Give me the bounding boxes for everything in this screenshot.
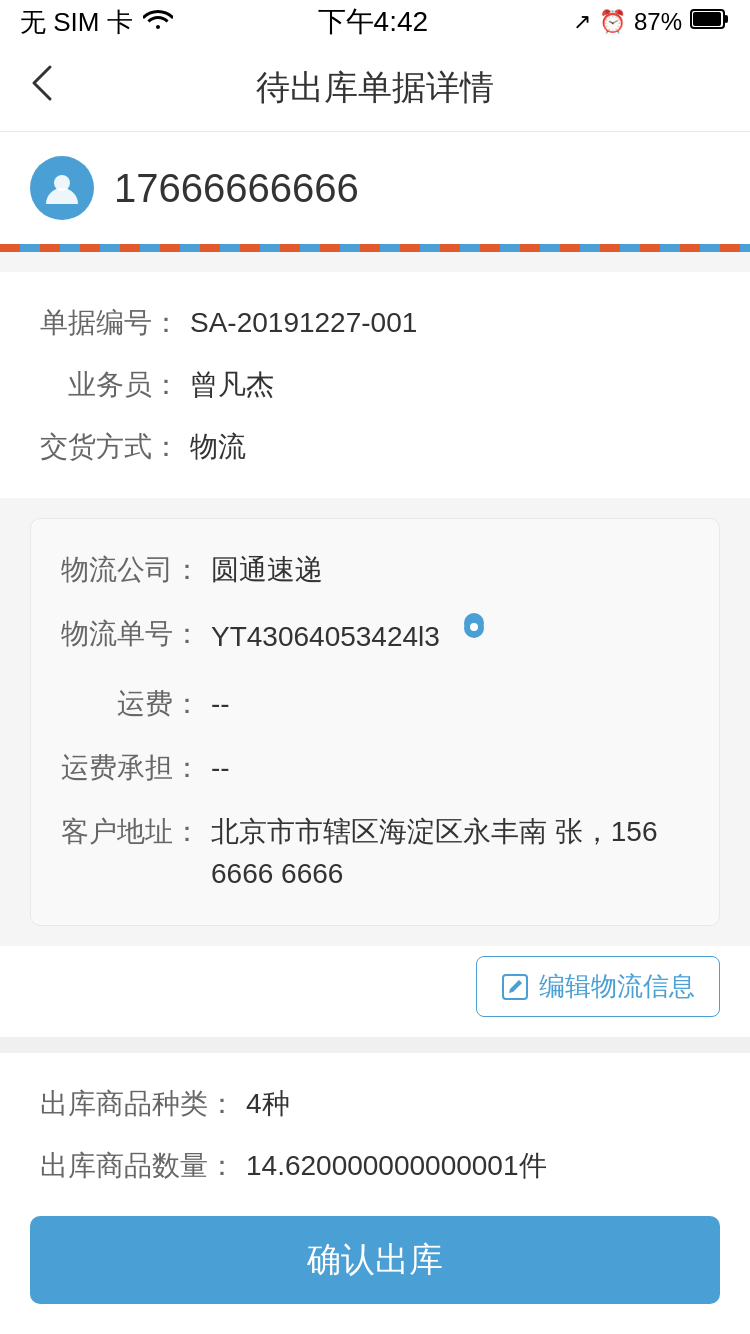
address-value: 北京市市辖区海淀区永丰南 张，156 6666 6666 — [211, 811, 689, 895]
delivery-method-row: 交货方式： 物流 — [40, 426, 710, 468]
battery-text: 87% — [634, 8, 682, 36]
salesman-row: 业务员： 曾凡杰 — [40, 364, 710, 406]
delivery-method-label: 交货方式： — [40, 426, 180, 468]
bottom-btn-wrapper: 确认出库 — [0, 1200, 750, 1334]
document-number-row: 单据编号： SA-20191227-001 — [40, 302, 710, 344]
battery-icon — [690, 8, 730, 36]
salesman-label: 业务员： — [40, 364, 180, 406]
address-label: 客户地址： — [61, 811, 201, 853]
edit-logistics-button[interactable]: 编辑物流信息 — [476, 956, 720, 1017]
alarm-icon: ⏰ — [599, 9, 626, 35]
customer-avatar — [30, 156, 94, 220]
main-content: 17666666666 单据编号： SA-20191227-001 业务员： 曾… — [0, 132, 750, 1334]
freight-value: -- — [211, 683, 689, 725]
goods-quantity-row: 出库商品数量： 14.620000000000001件 — [40, 1145, 710, 1187]
location-pin-icon[interactable] — [456, 613, 492, 661]
svg-rect-1 — [724, 15, 728, 23]
goods-quantity-label: 出库商品数量： — [40, 1145, 236, 1187]
salesman-value: 曾凡杰 — [190, 364, 710, 406]
confirm-btn-label: 确认出库 — [307, 1237, 443, 1283]
document-number-label: 单据编号： — [40, 302, 180, 344]
freight-bearer-label: 运费承担： — [61, 747, 201, 789]
freight-row: 运费： -- — [61, 683, 689, 725]
status-left: 无 SIM 卡 — [20, 5, 173, 40]
tracking-number-label: 物流单号： — [61, 613, 201, 655]
customer-phone: 17666666666 — [114, 166, 359, 211]
goods-types-value: 4种 — [246, 1083, 710, 1125]
address-row: 客户地址： 北京市市辖区海淀区永丰南 张，156 6666 6666 — [61, 811, 689, 895]
page-title: 待出库单据详情 — [256, 65, 494, 111]
goods-section: 出库商品种类： 4种 出库商品数量： 14.620000000000001件 — [0, 1053, 750, 1217]
logistics-company-value: 圆通速递 — [211, 549, 689, 591]
tracking-number-value: YT43064053424l3 — [211, 613, 689, 661]
status-time: 下午4:42 — [318, 3, 429, 41]
goods-types-label: 出库商品种类： — [40, 1083, 236, 1125]
carrier-text: 无 SIM 卡 — [20, 5, 133, 40]
svg-point-6 — [470, 623, 478, 631]
section-separator — [0, 1037, 750, 1053]
order-info-section: 单据编号： SA-20191227-001 业务员： 曾凡杰 交货方式： 物流 — [0, 272, 750, 498]
edit-btn-wrapper: 编辑物流信息 — [0, 946, 750, 1037]
edit-logistics-label: 编辑物流信息 — [539, 969, 695, 1004]
nav-bar: 待出库单据详情 — [0, 44, 750, 132]
logistics-company-row: 物流公司： 圆通速递 — [61, 549, 689, 591]
tracking-number-text: YT43064053424l3 — [211, 616, 440, 658]
back-button[interactable] — [30, 63, 54, 112]
freight-label: 运费： — [61, 683, 201, 725]
freight-bearer-value: -- — [211, 747, 689, 789]
svg-rect-2 — [693, 12, 721, 26]
status-right: ↗ ⏰ 87% — [573, 8, 730, 36]
status-bar: 无 SIM 卡 下午4:42 ↗ ⏰ 87% — [0, 0, 750, 44]
logistics-card: 物流公司： 圆通速递 物流单号： YT43064053424l3 — [30, 518, 720, 926]
goods-types-row: 出库商品种类： 4种 — [40, 1083, 710, 1125]
wifi-icon — [143, 7, 173, 38]
goods-quantity-value: 14.620000000000001件 — [246, 1145, 710, 1187]
document-number-value: SA-20191227-001 — [190, 302, 710, 344]
freight-bearer-row: 运费承担： -- — [61, 747, 689, 789]
delivery-method-value: 物流 — [190, 426, 710, 468]
tracking-number-row: 物流单号： YT43064053424l3 — [61, 613, 689, 661]
logistics-company-label: 物流公司： — [61, 549, 201, 591]
location-status-icon: ↗ — [573, 9, 591, 35]
confirm-button[interactable]: 确认出库 — [30, 1216, 720, 1304]
customer-header: 17666666666 — [0, 132, 750, 244]
dashed-divider — [0, 244, 750, 252]
